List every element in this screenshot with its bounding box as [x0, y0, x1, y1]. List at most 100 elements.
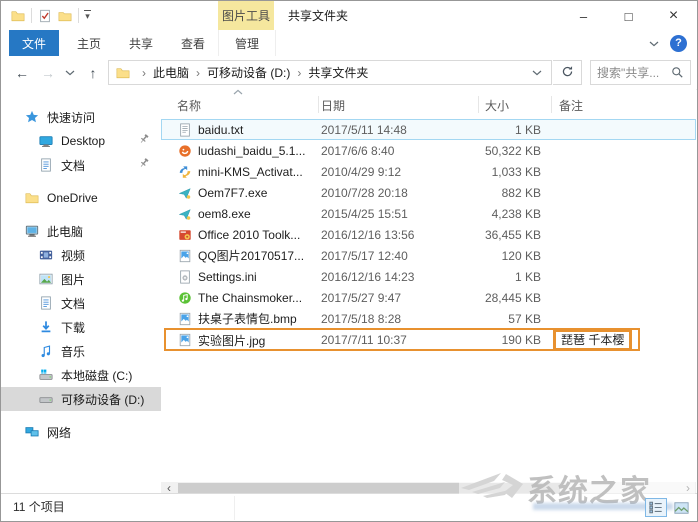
breadcrumb-segment[interactable]: 可移动设备 (D:): [207, 64, 290, 81]
address-box[interactable]: › 此电脑 › 可移动设备 (D:) › 共享文件夹: [108, 60, 552, 85]
sidebar-item-pictures[interactable]: 图片: [1, 267, 161, 291]
text-file-icon: [178, 122, 192, 137]
file-date: 2017/6/6 8:40: [321, 143, 395, 158]
back-button[interactable]: ←: [9, 56, 35, 89]
file-row[interactable]: 实验图片.jpg 2017/7/11 10:37 190 KB 琵琶 千本樱: [161, 328, 696, 351]
app-multi-icon: [178, 165, 192, 179]
file-row[interactable]: mini-KMS_Activat... 2010/4/29 9:12 1,033 K…: [161, 161, 696, 182]
close-button[interactable]: ×: [651, 2, 696, 30]
file-name-cell[interactable]: Settings.ini: [161, 270, 319, 284]
sidebar-item-removable-d[interactable]: 可移动设备 (D:): [1, 387, 161, 411]
contextual-tab-picture-tools[interactable]: 图片工具: [218, 1, 274, 30]
file-name: mini-KMS_Activat...: [198, 164, 303, 179]
file-row[interactable]: oem8.exe 2015/4/25 15:51 4,238 KB: [161, 203, 696, 224]
file-name-cell[interactable]: 实验图片.jpg: [161, 332, 319, 349]
recent-locations-chevron-icon[interactable]: [61, 56, 79, 89]
breadcrumb-chevron-icon[interactable]: ›: [142, 66, 146, 80]
file-name-cell[interactable]: ludashi_baidu_5.1...: [161, 144, 319, 158]
title-bar: ▾ 图片工具 共享文件夹 – □ ×: [1, 1, 697, 30]
file-name-cell[interactable]: 扶桌子表情包.bmp: [161, 310, 319, 327]
column-header-note[interactable]: 备注: [559, 97, 583, 114]
sidebar-item-label: 文档: [61, 296, 86, 311]
sidebar-item-music[interactable]: 音乐: [1, 339, 161, 363]
window-controls: – □ ×: [561, 2, 696, 30]
sidebar-item-label: 可移动设备 (D:): [61, 392, 145, 407]
file-date: 2010/4/29 9:12: [321, 164, 402, 179]
ribbon-collapse-chevron-icon[interactable]: [649, 36, 659, 50]
file-size: 50,322 KB: [484, 143, 541, 158]
file-name-cell[interactable]: baidu.txt: [161, 123, 319, 137]
sidebar-item-downloads[interactable]: 下载: [1, 315, 161, 339]
tab-manage[interactable]: 管理: [218, 30, 276, 56]
file-row[interactable]: The Chainsmoker... 2017/5/27 9:47 28,445 K…: [161, 287, 696, 308]
search-input[interactable]: 搜索"共享...: [590, 60, 691, 85]
sidebar-item-videos[interactable]: 视频: [1, 243, 161, 267]
refresh-button[interactable]: [553, 60, 582, 85]
column-header-name[interactable]: 名称: [177, 97, 201, 114]
file-name-cell[interactable]: mini-KMS_Activat...: [161, 165, 319, 179]
column-header-size[interactable]: 大小: [485, 97, 509, 114]
file-note-cell: 琵琶 千本樱: [545, 329, 696, 351]
file-row[interactable]: 扶桌子表情包.bmp 2017/5/18 8:28 57 KB: [161, 308, 696, 329]
file-date: 2017/5/11 14:48: [321, 122, 407, 137]
video-icon: [39, 248, 53, 262]
address-dropdown-chevron-icon[interactable]: [532, 70, 542, 76]
drive-icon: [39, 392, 53, 406]
tab-view[interactable]: 查看: [167, 30, 219, 56]
file-row[interactable]: ludashi_baidu_5.1... 2017/6/6 8:40 50,322 …: [161, 140, 696, 161]
tab-home[interactable]: 主页: [63, 30, 115, 56]
download-icon: [39, 320, 53, 334]
tab-file[interactable]: 文件: [9, 30, 59, 56]
column-divider[interactable]: [318, 96, 319, 113]
sidebar-item-documents[interactable]: 文档: [1, 291, 161, 315]
breadcrumb-segment[interactable]: 此电脑: [153, 64, 189, 81]
sidebar-item-quick-access[interactable]: 快速访问: [1, 105, 161, 129]
new-folder-icon[interactable]: [55, 6, 75, 26]
sidebar-item-documents-pinned[interactable]: 文档: [1, 153, 161, 177]
file-row[interactable]: baidu.txt 2017/5/11 14:48 1 KB: [161, 119, 696, 140]
file-size: 120 KB: [501, 248, 541, 263]
file-name-cell[interactable]: oem8.exe: [161, 207, 319, 221]
breadcrumb-segment[interactable]: 共享文件夹: [308, 64, 368, 81]
file-row[interactable]: Settings.ini 2016/12/16 14:23 1 KB: [161, 266, 696, 287]
sidebar-item-this-pc[interactable]: 此电脑: [1, 219, 161, 243]
up-button[interactable]: ↑: [81, 56, 105, 89]
details-view-button[interactable]: [645, 498, 667, 517]
sidebar-item-label: 本地磁盘 (C:): [61, 368, 133, 383]
properties-check-icon[interactable]: [35, 6, 55, 26]
sidebar-item-local-disk-c[interactable]: 本地磁盘 (C:): [1, 363, 161, 387]
sidebar-item-network[interactable]: 网络: [1, 420, 161, 444]
file-date: 2017/5/18 8:28: [321, 311, 402, 326]
qat-customize-chevron-icon[interactable]: ▾: [84, 10, 91, 21]
column-divider[interactable]: [551, 96, 552, 113]
forward-button[interactable]: →: [35, 56, 61, 89]
sidebar-item-label: OneDrive: [47, 191, 98, 205]
star-icon: [25, 110, 39, 124]
file-name-cell[interactable]: Office 2010 Toolk...: [161, 228, 319, 242]
breadcrumb-chevron-icon[interactable]: ›: [297, 66, 301, 80]
file-row[interactable]: Office 2010 Toolk... 2016/12/16 13:56 36,4…: [161, 224, 696, 245]
scrollbar-thumb[interactable]: [178, 483, 560, 493]
breadcrumb-chevron-icon[interactable]: ›: [196, 66, 200, 80]
file-name-cell[interactable]: Oem7F7.exe: [161, 186, 319, 200]
file-name-cell[interactable]: QQ图片20170517...: [161, 247, 319, 264]
tab-share[interactable]: 共享: [115, 30, 167, 56]
file-size: 36,455 KB: [484, 227, 541, 242]
app-folder-icon[interactable]: [8, 6, 28, 26]
app-red-icon: [178, 228, 192, 242]
help-icon[interactable]: ?: [670, 34, 687, 52]
file-name-cell[interactable]: The Chainsmoker...: [161, 291, 319, 305]
file-row[interactable]: Oem7F7.exe 2010/7/28 20:18 882 KB: [161, 182, 696, 203]
sidebar-item-desktop[interactable]: Desktop: [1, 129, 161, 153]
column-header-date[interactable]: 日期: [321, 97, 345, 114]
column-divider[interactable]: [478, 96, 479, 113]
file-row[interactable]: QQ图片20170517... 2017/5/17 12:40 120 KB: [161, 245, 696, 266]
thumbnails-view-button[interactable]: [670, 498, 692, 517]
pin-icon: [138, 133, 150, 145]
sidebar-item-onedrive[interactable]: OneDrive: [1, 186, 161, 210]
image-file-icon: [178, 312, 192, 326]
maximize-button[interactable]: □: [606, 2, 651, 30]
file-name: QQ图片20170517...: [198, 249, 305, 263]
minimize-button[interactable]: –: [561, 2, 606, 30]
quick-access-toolbar: ▾: [8, 1, 93, 30]
